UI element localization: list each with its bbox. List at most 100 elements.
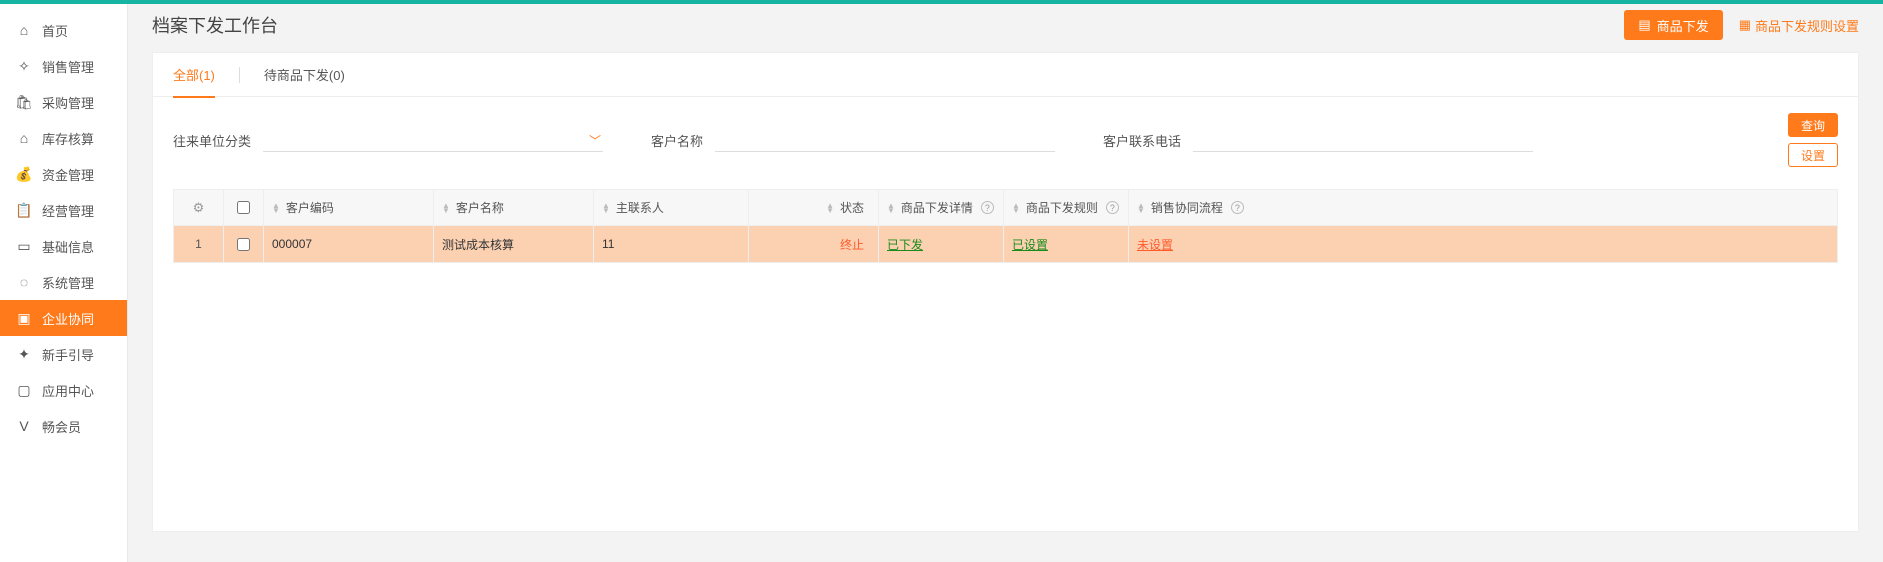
tab-label: 全部(1)	[173, 65, 215, 84]
customer-phone-input[interactable]	[1193, 128, 1533, 152]
filter-label: 客户联系电话	[1103, 131, 1181, 150]
purchase-icon: 🛍	[16, 94, 32, 110]
filter-buttons: 查询 设置	[1788, 113, 1838, 167]
sidebar-item-operation[interactable]: 📋 经营管理	[0, 192, 127, 228]
enterprise-icon: ▣	[16, 310, 32, 326]
sort-icon: ▲▼	[1137, 203, 1145, 213]
dispatch-icon: ▤	[1638, 17, 1650, 33]
help-icon[interactable]: ?	[1106, 201, 1119, 214]
sidebar-item-label: 新手引导	[42, 345, 94, 364]
top-accent-bar	[0, 0, 1883, 4]
cell-status: 终止	[749, 226, 879, 262]
product-dispatch-button[interactable]: ▤ 商品下发	[1624, 10, 1722, 40]
tab-divider	[239, 67, 240, 83]
header-actions: ▤ 商品下发 ▦ 商品下发规则设置	[1624, 10, 1859, 40]
page-header: 档案下发工作台 ▤ 商品下发 ▦ 商品下发规则设置	[128, 0, 1883, 46]
tab-all[interactable]: 全部(1)	[173, 53, 215, 97]
sort-icon: ▲▼	[602, 203, 610, 213]
sidebar-item-system[interactable]: ◌ 系统管理	[0, 264, 127, 300]
sidebar-item-enterprise[interactable]: ▣ 企业协同	[0, 300, 127, 336]
category-select[interactable]	[263, 128, 603, 152]
inventory-icon: ⌂	[16, 130, 32, 146]
sidebar-item-home[interactable]: ⌂ 首页	[0, 12, 127, 48]
system-icon: ◌	[16, 274, 32, 290]
gear-icon: ⚙	[193, 200, 205, 216]
help-icon[interactable]: ?	[1231, 201, 1244, 214]
sort-icon: ▲▼	[887, 203, 895, 213]
rule-settings-link[interactable]: ▦ 商品下发规则设置	[1739, 16, 1859, 35]
sidebar-item-label: 系统管理	[42, 273, 94, 292]
th-label: 状态	[840, 199, 864, 216]
filter-customer-name: 客户名称	[651, 128, 1055, 152]
column-code[interactable]: ▲▼ 客户编码	[264, 190, 434, 225]
column-detail[interactable]: ▲▼ 商品下发详情?	[879, 190, 1004, 225]
filter-category: 往来单位分类 ﹀	[173, 128, 603, 152]
sidebar-item-label: 采购管理	[42, 93, 94, 112]
flow-link[interactable]: 未设置	[1137, 236, 1173, 253]
column-status[interactable]: ▲▼ 状态	[749, 190, 879, 225]
column-contact[interactable]: ▲▼ 主联系人	[594, 190, 749, 225]
sidebar-item-label: 畅会员	[42, 417, 81, 436]
detail-link[interactable]: 已下发	[887, 236, 923, 253]
select-all-checkbox[interactable]	[237, 201, 250, 214]
tab-pending[interactable]: 待商品下发(0)	[264, 53, 345, 97]
guide-icon: ✦	[16, 346, 32, 362]
sales-icon: ✧	[16, 58, 32, 74]
filter-label: 往来单位分类	[173, 131, 251, 150]
column-checkbox	[224, 190, 264, 225]
sidebar-item-purchase[interactable]: 🛍 采购管理	[0, 84, 127, 120]
cell-name: 测试成本核算	[434, 226, 594, 262]
sidebar-item-guide[interactable]: ✦ 新手引导	[0, 336, 127, 372]
finance-icon: 💰	[16, 166, 32, 182]
cell-rule: 已设置	[1004, 226, 1129, 262]
sort-icon: ▲▼	[1012, 203, 1020, 213]
customer-name-input[interactable]	[715, 128, 1055, 152]
link-label: 商品下发规则设置	[1755, 16, 1859, 35]
sidebar-item-member[interactable]: V 畅会员	[0, 408, 127, 444]
sort-icon: ▲▼	[826, 203, 834, 213]
sidebar-item-label: 销售管理	[42, 57, 94, 76]
table-header: ⚙ ▲▼ 客户编码 ▲▼ 客户名称 ▲▼ 主联系人 ▲▼ 状态 ▲▼ 商品下发详情? ▲▼…	[174, 190, 1838, 226]
basic-icon: ▭	[16, 238, 32, 254]
th-label: 客户名称	[456, 199, 504, 216]
column-flow[interactable]: ▲▼ 销售协同流程?	[1129, 190, 1838, 225]
page-title: 档案下发工作台	[152, 12, 278, 38]
th-label: 客户编码	[286, 199, 334, 216]
filter-row: 往来单位分类 ﹀ 客户名称 客户联系电话 查询 设置	[153, 97, 1858, 183]
row-checkbox[interactable]	[237, 238, 250, 251]
main-content: 档案下发工作台 ▤ 商品下发 ▦ 商品下发规则设置 全部(1)	[128, 0, 1883, 562]
sidebar-item-apps[interactable]: ▢ 应用中心	[0, 372, 127, 408]
home-icon: ⌂	[16, 22, 32, 38]
sidebar-item-label: 经营管理	[42, 201, 94, 220]
cell-code: 000007	[264, 226, 434, 262]
sort-icon: ▲▼	[442, 203, 450, 213]
column-settings[interactable]: ⚙	[174, 190, 224, 225]
search-button[interactable]: 查询	[1788, 113, 1838, 137]
sort-icon: ▲▼	[272, 203, 280, 213]
th-label: 主联系人	[616, 199, 664, 216]
sidebar-item-label: 库存核算	[42, 129, 94, 148]
sidebar: ⌂ 首页 ✧ 销售管理 🛍 采购管理 ⌂ 库存核算 💰 资金管理 📋 经营管理 …	[0, 0, 128, 562]
table-row[interactable]: 1 000007 测试成本核算 11 终止 已下发 已设置 未设置	[174, 226, 1838, 262]
tab-label: 待商品下发(0)	[264, 65, 345, 84]
th-label: 销售协同流程	[1151, 199, 1223, 216]
settings-button[interactable]: 设置	[1788, 143, 1838, 167]
column-rule[interactable]: ▲▼ 商品下发规则?	[1004, 190, 1129, 225]
sidebar-item-sales[interactable]: ✧ 销售管理	[0, 48, 127, 84]
main-card: 全部(1) 待商品下发(0) 往来单位分类 ﹀ 客户名称	[152, 52, 1859, 532]
rule-link[interactable]: 已设置	[1012, 236, 1048, 253]
sidebar-item-label: 应用中心	[42, 381, 94, 400]
row-checkbox-cell	[224, 226, 264, 262]
cell-contact: 11	[594, 226, 749, 262]
help-icon[interactable]: ?	[981, 201, 994, 214]
sidebar-item-inventory[interactable]: ⌂ 库存核算	[0, 120, 127, 156]
th-label: 商品下发详情	[901, 199, 973, 216]
filter-customer-phone: 客户联系电话	[1103, 128, 1533, 152]
cell-detail: 已下发	[879, 226, 1004, 262]
sidebar-item-finance[interactable]: 💰 资金管理	[0, 156, 127, 192]
column-name[interactable]: ▲▼ 客户名称	[434, 190, 594, 225]
filter-label: 客户名称	[651, 131, 703, 150]
th-label: 商品下发规则	[1026, 199, 1098, 216]
sidebar-item-basic[interactable]: ▭ 基础信息	[0, 228, 127, 264]
rule-icon: ▦	[1739, 17, 1751, 33]
